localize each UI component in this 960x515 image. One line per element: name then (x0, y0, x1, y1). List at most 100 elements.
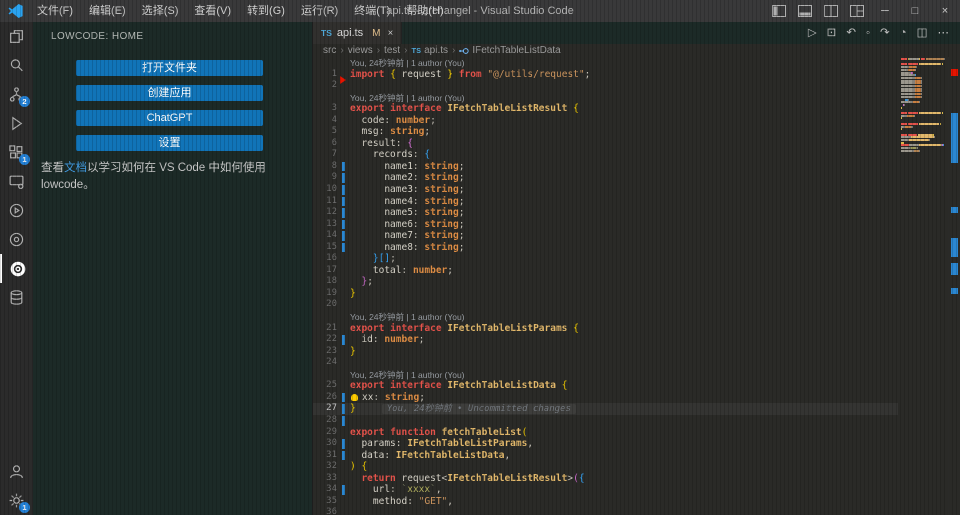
menu-item[interactable]: 帮助(H) (398, 0, 451, 22)
code-line[interactable]: 2 (313, 76, 898, 92)
line-number[interactable]: 29 (313, 427, 337, 439)
code-line[interactable]: 13 name6: string; (313, 219, 898, 231)
line-number[interactable]: 6 (313, 138, 337, 150)
sidebar-button-创建应用[interactable]: 创建应用 (76, 85, 263, 101)
breadcrumb-item-IFetchTableListData[interactable]: IFetchTableListData (459, 45, 561, 56)
minimize-button[interactable]: ─ (870, 0, 900, 22)
activity-item-source-control[interactable]: 2 (0, 80, 33, 109)
code-line[interactable]: 22 id: number; (313, 334, 898, 346)
code-line[interactable]: 8 name1: string; (313, 161, 898, 173)
back-icon[interactable]: ↶ (841, 22, 861, 44)
activity-item-live-preview[interactable] (0, 196, 33, 225)
code-line[interactable]: 10 name3: string; (313, 184, 898, 196)
breadcrumb-item-src[interactable]: src (323, 45, 336, 56)
docs-link[interactable]: 文档 (64, 162, 87, 174)
code-line[interactable]: 11 name4: string; (313, 196, 898, 208)
line-number[interactable]: 15 (313, 242, 337, 254)
line-number[interactable]: 1 (313, 69, 337, 81)
code-editor[interactable]: You, 24秒钟前 | 1 author (You) 1 import { req… (313, 57, 960, 515)
code-line[interactable]: 33 return request<IFetchTableListResult>… (313, 473, 898, 485)
line-number[interactable]: 4 (313, 115, 337, 127)
line-number[interactable]: 21 (313, 323, 337, 335)
code-line[interactable]: 24 (313, 357, 898, 369)
line-number[interactable]: 5 (313, 126, 337, 138)
line-number[interactable]: 16 (313, 253, 337, 265)
activity-item-tools[interactable] (0, 225, 33, 254)
line-number[interactable]: 24 (313, 357, 337, 369)
code-line[interactable]: 27} You, 24秒钟前 • Uncommitted changes (313, 403, 898, 415)
codelens-row[interactable]: You, 24秒钟前 | 1 author (You) (313, 311, 898, 323)
open-changes-icon[interactable]: ⊡ (822, 22, 842, 44)
line-number[interactable]: 23 (313, 346, 337, 358)
line-number[interactable]: 3 (313, 103, 337, 115)
run-code-icon[interactable]: ▷ (803, 22, 822, 44)
line-number[interactable]: 11 (313, 196, 337, 208)
line-number[interactable]: 28 (313, 415, 337, 427)
code-line[interactable]: 26 xx: string; (313, 392, 898, 404)
code-line[interactable]: 15 name8: string; (313, 242, 898, 254)
activity-item-accounts[interactable] (0, 457, 33, 486)
line-number[interactable]: 36 (313, 507, 337, 515)
code-line[interactable]: 6 result: { (313, 138, 898, 150)
code-line[interactable]: 21 export interface IFetchTableListParams… (313, 323, 898, 335)
activity-item-database[interactable] (0, 283, 33, 312)
code-line[interactable]: 1 import { request } from "@/utils/reques… (313, 69, 898, 81)
line-number[interactable]: 34 (313, 484, 337, 496)
code-line[interactable]: 17 total: number; (313, 265, 898, 277)
overview-ruler-scrollbar[interactable] (948, 57, 960, 515)
sidebar-button-打开文件夹[interactable]: 打开文件夹 (76, 60, 263, 76)
codelens-row[interactable]: You, 24秒钟前 | 1 author (You) (313, 369, 898, 381)
code-line[interactable]: 25 export interface IFetchTableListData { (313, 380, 898, 392)
code-line[interactable]: 3 export interface IFetchTableListResult … (313, 103, 898, 115)
activity-item-remote-explorer[interactable] (0, 167, 33, 196)
code-line[interactable]: 19} (313, 288, 898, 300)
code-line[interactable]: 12 name5: string; (313, 207, 898, 219)
line-number[interactable]: 8 (313, 161, 337, 173)
activity-item-search[interactable] (0, 51, 33, 80)
toggle-panel-icon[interactable] (792, 0, 818, 22)
breadcrumb-item-api.ts[interactable]: TS api.ts (412, 45, 449, 56)
code-line[interactable]: 35 method: "GET", (313, 496, 898, 508)
minimap[interactable] (899, 58, 947, 515)
menu-item[interactable]: 文件(F) (29, 0, 81, 22)
activity-item-run-and-debug[interactable] (0, 109, 33, 138)
line-number[interactable]: 10 (313, 184, 337, 196)
activity-item-explorer[interactable] (0, 22, 33, 51)
menu-item[interactable]: 运行(R) (293, 0, 346, 22)
line-number[interactable]: 2 (313, 80, 337, 92)
line-number[interactable]: 26 (313, 392, 337, 404)
code-line[interactable]: 36 (313, 507, 898, 515)
line-number[interactable]: 7 (313, 149, 337, 161)
split-editor-icon[interactable]: ◫ (912, 22, 933, 44)
line-number[interactable]: 32 (313, 461, 337, 473)
next-change-icon[interactable]: ↷ (875, 22, 895, 44)
line-number[interactable]: 12 (313, 207, 337, 219)
activity-item-extensions[interactable]: 1 (0, 138, 33, 167)
code-line[interactable]: 28 (313, 415, 898, 427)
code-line[interactable]: 18 }; (313, 276, 898, 288)
line-number[interactable]: 17 (313, 265, 337, 277)
menu-item[interactable]: 终端(T) (346, 0, 398, 22)
close-button[interactable]: × (930, 0, 960, 22)
menu-item[interactable]: 编辑(E) (81, 0, 134, 22)
codelens-row[interactable]: You, 24秒钟前 | 1 author (You) (313, 92, 898, 104)
lightbulb-icon[interactable] (351, 393, 358, 401)
code-line[interactable]: 4 code: number; (313, 115, 898, 127)
code-line[interactable]: 5 msg: string; (313, 126, 898, 138)
menu-item[interactable]: 选择(S) (134, 0, 187, 22)
line-number[interactable]: 20 (313, 299, 337, 311)
toggle-sidebar-icon[interactable] (766, 0, 792, 22)
sidebar-button-ChatGPT[interactable]: ChatGPT (76, 110, 263, 126)
code-line[interactable]: 32) { (313, 461, 898, 473)
previous-change-icon[interactable]: ◦ (861, 22, 875, 44)
maximize-button[interactable]: □ (900, 0, 930, 22)
menu-item[interactable]: 查看(V) (186, 0, 239, 22)
breadcrumb-item-views[interactable]: views (348, 45, 373, 56)
line-number[interactable]: 35 (313, 496, 337, 508)
tab-close-icon[interactable]: × (388, 28, 394, 39)
code-line[interactable]: 34 url: `xxxx`, (313, 484, 898, 496)
codelens-row[interactable]: You, 24秒钟前 | 1 author (You) (313, 57, 898, 69)
tab-api-ts[interactable]: TS api.ts M × (313, 22, 403, 44)
more-actions-icon[interactable]: ⋯ (933, 22, 955, 44)
code-line[interactable]: 14 name7: string; (313, 230, 898, 242)
